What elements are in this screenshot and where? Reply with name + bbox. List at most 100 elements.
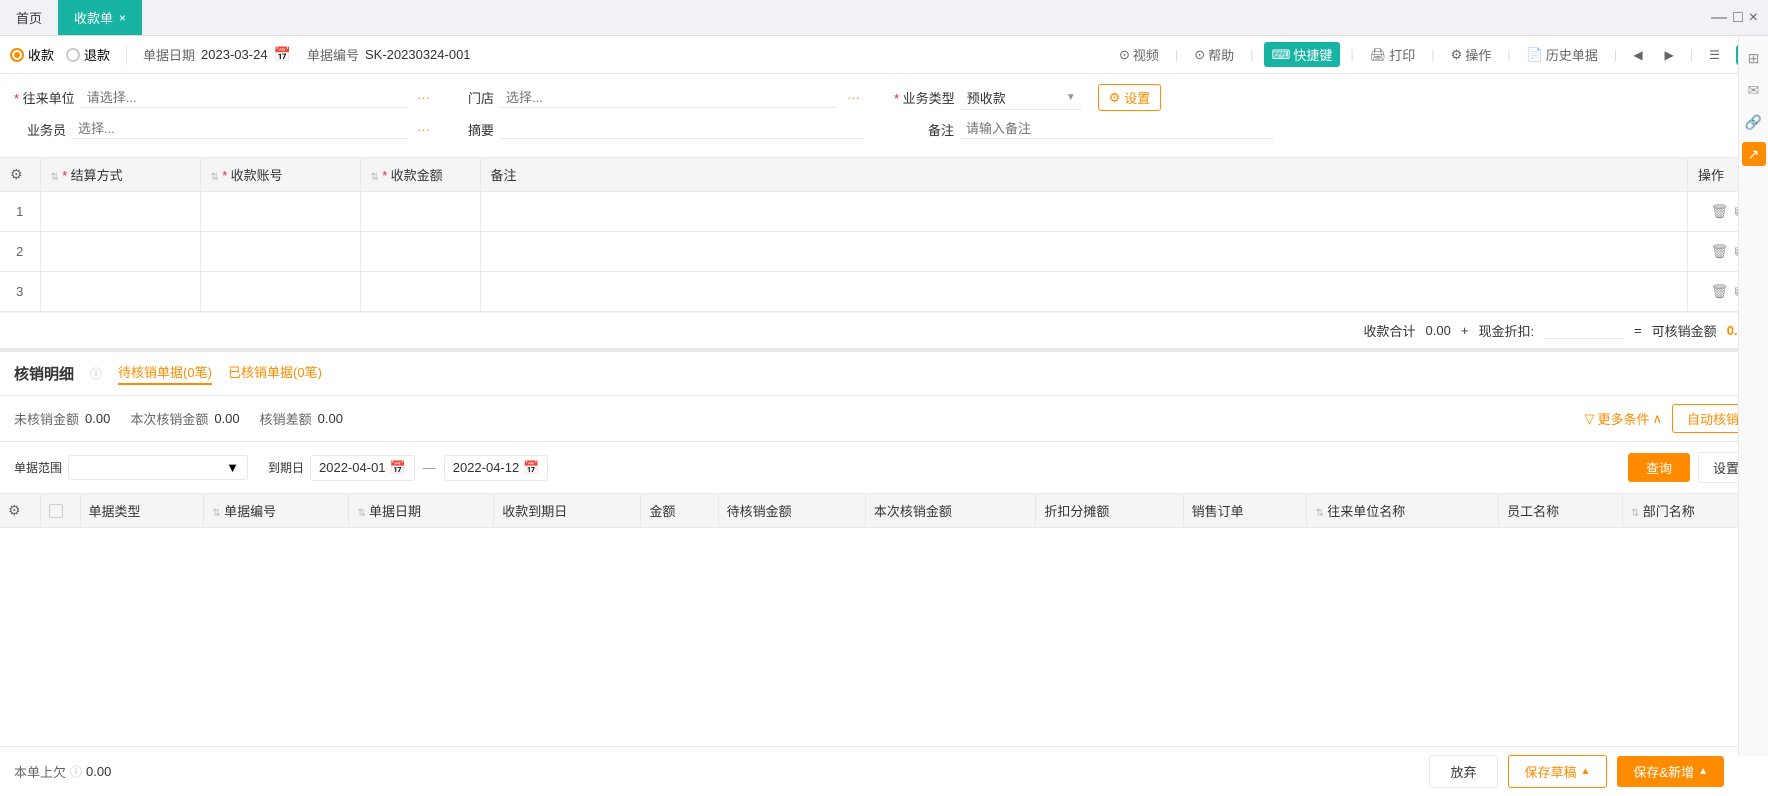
tab-close-icon[interactable]: × bbox=[119, 11, 126, 25]
due-date-end-input[interactable]: 2022-04-12 📅 bbox=[444, 455, 549, 481]
shortcut-btn[interactable]: ⌨ 快捷键 bbox=[1264, 42, 1341, 67]
row-3-delete-icon[interactable]: 🗑 bbox=[1711, 283, 1729, 300]
range-field: 单据范围 ▼ bbox=[14, 455, 248, 480]
row-1-remark[interactable] bbox=[480, 192, 1688, 232]
calendar-end-icon: 📅 bbox=[523, 460, 539, 476]
sidebar-icon-2[interactable]: ✉ bbox=[1742, 78, 1766, 102]
due-date-start-input[interactable]: 2022-04-01 📅 bbox=[310, 455, 415, 481]
maximize-icon[interactable]: □ bbox=[1733, 9, 1743, 27]
help-btn[interactable]: ⊙ 帮助 bbox=[1188, 43, 1240, 66]
col-header-account: ⇅ * 收款账号 bbox=[200, 158, 360, 192]
writeoff-section: 核销明细 ⓘ 待核销单据(0笔) 已核销单据(0笔) 未核销金额 0.00 本次… bbox=[0, 348, 1768, 796]
tab-receipt[interactable]: 收款单 × bbox=[58, 0, 142, 35]
net-label: 可核销金额 bbox=[1652, 321, 1717, 340]
row-2-delete-icon[interactable]: 🗑 bbox=[1711, 243, 1729, 260]
form-row-1: 往来单位 ··· 门店 ··· 业务类型 预收款 ▼ ⚙ 设置 bbox=[14, 84, 1754, 111]
row-1-settlement[interactable] bbox=[40, 192, 200, 232]
range-select[interactable]: ▼ bbox=[68, 455, 248, 480]
counterpart-more-btn[interactable]: ··· bbox=[413, 90, 434, 105]
bottom-table: ⚙ 单据类型 ⇅ 单据编号 ⇅ bbox=[0, 494, 1768, 528]
date-value[interactable]: 2023-03-24 bbox=[201, 47, 268, 62]
col-header-amount: ⇅ * 收款金额 bbox=[360, 158, 480, 192]
balance-info-icon[interactable]: ⓘ bbox=[70, 763, 82, 780]
discard-btn[interactable]: 放弃 bbox=[1429, 755, 1497, 788]
bt-col-settings[interactable]: ⚙ bbox=[0, 494, 40, 528]
store-more-btn[interactable]: ··· bbox=[843, 90, 864, 105]
writeoff-header: 核销明细 ⓘ 待核销单据(0笔) 已核销单据(0笔) bbox=[0, 352, 1768, 396]
history-label: 历史单据 bbox=[1546, 45, 1598, 64]
business-type-select[interactable]: 预收款 ▼ bbox=[961, 86, 1082, 110]
date-field: 单据日期 2023-03-24 📅 bbox=[143, 45, 291, 64]
store-input[interactable] bbox=[500, 88, 837, 108]
minimize-icon[interactable]: — bbox=[1711, 9, 1727, 27]
print-icon: 🖨 bbox=[1370, 47, 1387, 63]
form-settings-btn[interactable]: ⚙ 设置 bbox=[1098, 84, 1162, 111]
col-settings[interactable]: ⚙ bbox=[0, 158, 40, 192]
tab-home-label: 首页 bbox=[16, 8, 42, 27]
print-btn[interactable]: 🖨 打印 bbox=[1364, 43, 1422, 66]
bt-col-discount: 折扣分摊额 bbox=[1036, 494, 1183, 528]
save-new-arrow[interactable]: ▲ bbox=[1698, 766, 1708, 777]
row-1-num: 1 bbox=[0, 192, 40, 232]
done-tab[interactable]: 已核销单据(0笔) bbox=[228, 362, 322, 385]
salesperson-input[interactable] bbox=[72, 119, 407, 139]
salesperson-more-btn[interactable]: ··· bbox=[413, 122, 434, 137]
summary-label: 摘要 bbox=[464, 120, 494, 139]
writeoff-info-icon[interactable]: ⓘ bbox=[90, 365, 102, 382]
footer: 本单上欠 ⓘ 0.00 放弃 保存草稿 ▲ 保存&新增 ▲ bbox=[0, 746, 1738, 796]
discount-input[interactable] bbox=[1544, 323, 1624, 339]
calendar-icon[interactable]: 📅 bbox=[274, 46, 291, 63]
row-1-delete-icon[interactable]: 🗑 bbox=[1711, 203, 1729, 220]
row-2-settlement[interactable] bbox=[40, 232, 200, 272]
sidebar-icon-3[interactable]: 🔗 bbox=[1742, 110, 1766, 134]
sidebar-icon-4[interactable]: ↗ bbox=[1742, 142, 1766, 166]
history-btn[interactable]: 📄 历史单据 bbox=[1521, 43, 1604, 66]
summary-input[interactable] bbox=[500, 119, 864, 139]
row-1-account[interactable] bbox=[200, 192, 360, 232]
nav-prev[interactable]: ◀ bbox=[1627, 46, 1648, 64]
business-type-value: 预收款 bbox=[967, 88, 1006, 107]
row-1-amount[interactable] bbox=[360, 192, 480, 232]
list-view-btn[interactable]: ☰ bbox=[1703, 46, 1726, 64]
refund-radio[interactable]: 退款 bbox=[66, 45, 110, 64]
save-draft-arrow[interactable]: ▲ bbox=[1581, 766, 1591, 777]
counterpart-input[interactable] bbox=[81, 88, 407, 108]
more-conditions-btn[interactable]: ▽ 更多条件 ∧ bbox=[1584, 409, 1662, 428]
window-close-icon[interactable]: × bbox=[1749, 9, 1758, 27]
range-chevron-icon: ▼ bbox=[226, 460, 239, 475]
query-btn[interactable]: 查询 bbox=[1628, 453, 1690, 482]
row-3-settlement[interactable] bbox=[40, 272, 200, 312]
action-btn[interactable]: ⚙ 操作 bbox=[1445, 43, 1498, 66]
action-icon: ⚙ bbox=[1451, 47, 1463, 63]
row-2-remark[interactable] bbox=[480, 232, 1688, 272]
row-3-account[interactable] bbox=[200, 272, 360, 312]
video-btn[interactable]: ⊙ 视频 bbox=[1113, 43, 1165, 66]
sidebar-icon-1[interactable]: ⊞ bbox=[1742, 46, 1766, 70]
col-settings-icon[interactable]: ⚙ bbox=[10, 166, 23, 182]
nav-next[interactable]: ▶ bbox=[1659, 46, 1680, 64]
row-2-account[interactable] bbox=[200, 232, 360, 272]
pending-tab[interactable]: 待核销单据(0笔) bbox=[118, 362, 212, 385]
unwriteoff-item: 未核销金额 0.00 bbox=[14, 409, 110, 428]
row-3-amount[interactable] bbox=[360, 272, 480, 312]
select-all-checkbox[interactable] bbox=[49, 504, 63, 518]
summary-row: 收款合计 0.00 + 现金折扣: = 可核销金额 0.00 bbox=[0, 312, 1768, 348]
row-3-remark[interactable] bbox=[480, 272, 1688, 312]
bt-col-checkbox[interactable] bbox=[40, 494, 80, 528]
bt-col-date: ⇅ 单据日期 bbox=[349, 494, 494, 528]
row-2-amount[interactable] bbox=[360, 232, 480, 272]
tab-bar: 首页 收款单 × — □ × bbox=[0, 0, 1768, 36]
tab-home[interactable]: 首页 bbox=[0, 0, 58, 35]
pending-tab-label: 待核销单据 bbox=[118, 365, 183, 380]
total-label: 收款合计 bbox=[1364, 321, 1416, 340]
bt-col-amount: 金额 bbox=[641, 494, 718, 528]
table-row: 1 🗑 ⧉ bbox=[0, 192, 1768, 232]
receipt-refund-radio: 收款 退款 bbox=[10, 45, 110, 64]
receipt-radio[interactable]: 收款 bbox=[10, 45, 54, 64]
footer-right: 放弃 保存草稿 ▲ 保存&新增 ▲ bbox=[1429, 755, 1724, 788]
save-draft-btn[interactable]: 保存草稿 ▲ bbox=[1508, 755, 1608, 788]
unwriteoff-value: 0.00 bbox=[85, 411, 110, 426]
bt-settings-icon[interactable]: ⚙ bbox=[8, 502, 21, 518]
save-new-btn[interactable]: 保存&新增 ▲ bbox=[1617, 756, 1724, 787]
remark-input[interactable] bbox=[960, 119, 1274, 139]
